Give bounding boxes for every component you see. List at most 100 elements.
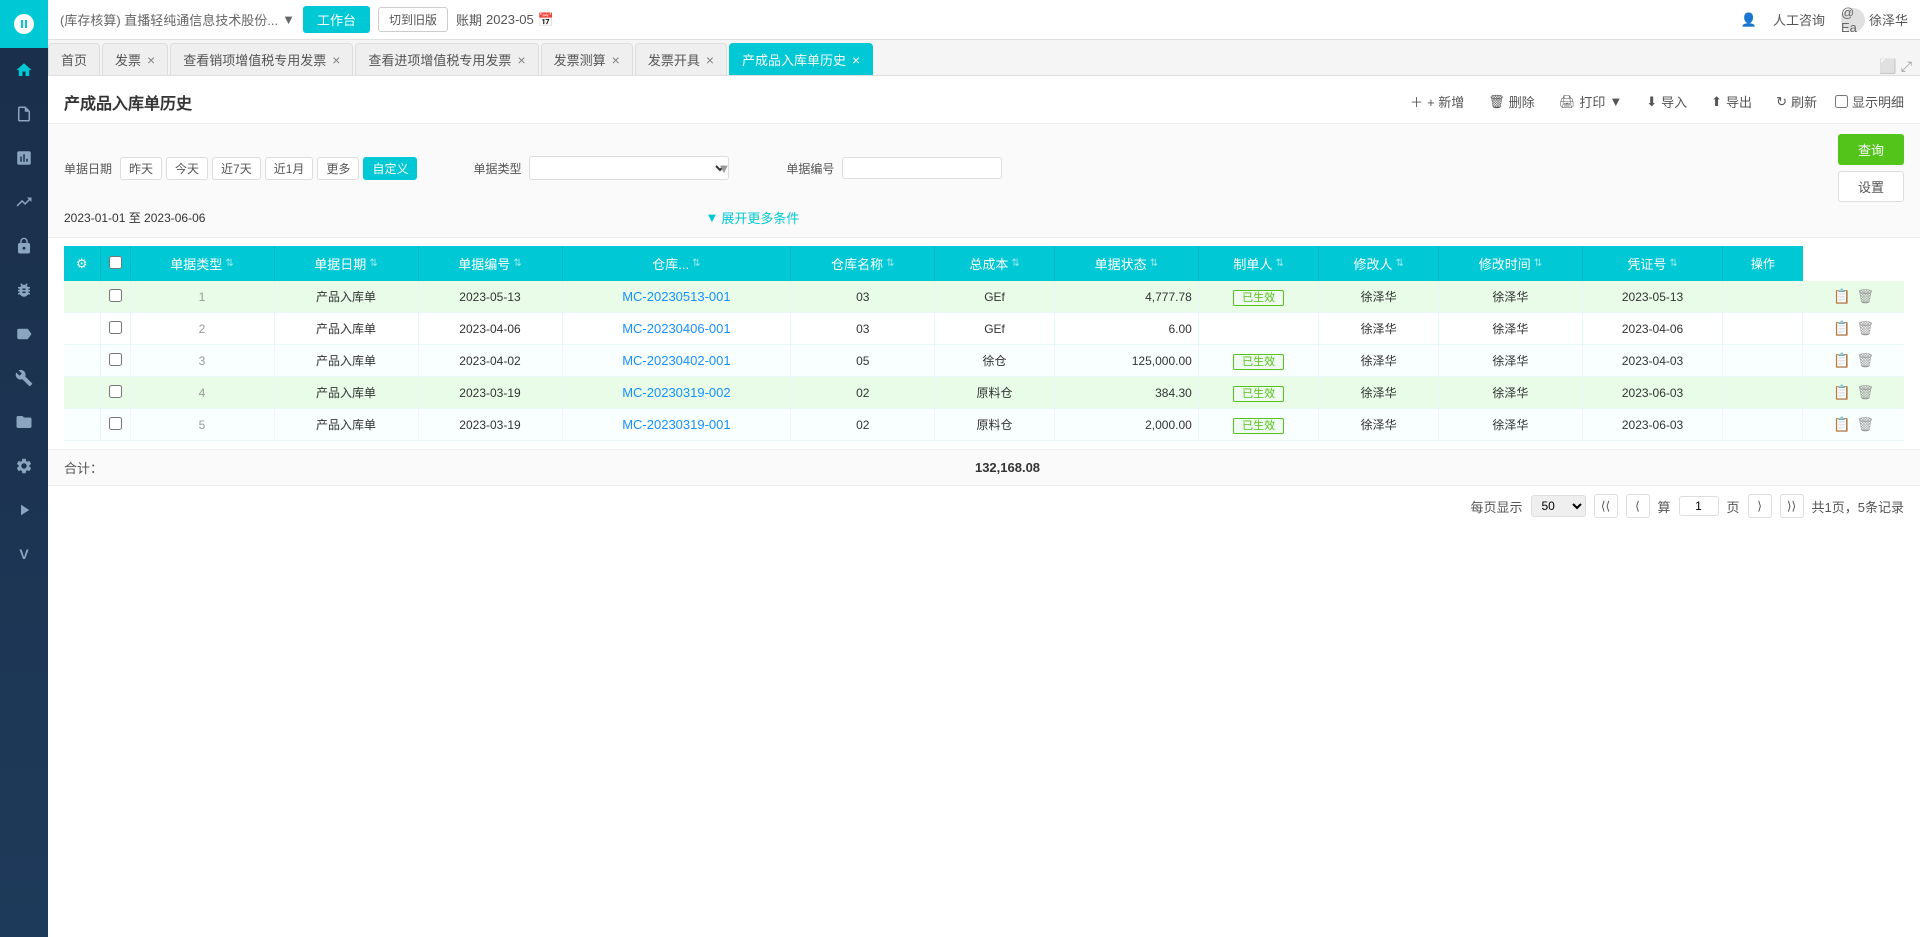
edit-icon-3[interactable]: 📋 xyxy=(1833,384,1850,401)
th-settings[interactable]: ⚙ xyxy=(64,246,100,281)
cell-number-4[interactable]: MC-20230319-001 xyxy=(562,409,791,441)
edit-icon-0[interactable]: 📋 xyxy=(1833,288,1850,305)
row-checkbox-2[interactable] xyxy=(109,353,122,366)
query-button[interactable]: 查询 xyxy=(1838,134,1904,165)
sidebar-item-tag[interactable] xyxy=(0,312,48,356)
tab-check-sales[interactable]: 查看销项增值税专用发票 × xyxy=(170,43,353,75)
sidebar-item-analytics[interactable] xyxy=(0,180,48,224)
th-total-cost[interactable]: 总成本⇅ xyxy=(935,246,1055,281)
user-info[interactable]: @ Ea 徐泽华 xyxy=(1841,8,1908,32)
page-number-input[interactable] xyxy=(1679,496,1719,516)
row-checkbox-4[interactable] xyxy=(109,417,122,430)
cell-checkbox-2[interactable] xyxy=(100,345,130,377)
app-logo[interactable] xyxy=(0,0,48,48)
sidebar-item-settings[interactable] xyxy=(0,444,48,488)
tab-invoice-calc[interactable]: 发票测算 × xyxy=(541,43,633,75)
tab-invoice-calc-close[interactable]: × xyxy=(612,53,620,67)
cell-checkbox-4[interactable] xyxy=(100,409,130,441)
select-all-checkbox[interactable] xyxy=(109,256,122,269)
sidebar-item-tools[interactable] xyxy=(0,356,48,400)
number-link-2[interactable]: MC-20230402-001 xyxy=(622,353,730,368)
delete-icon-1[interactable]: 🗑 xyxy=(1856,320,1874,337)
edit-icon-1[interactable]: 📋 xyxy=(1833,320,1850,337)
delete-icon-3[interactable]: 🗑 xyxy=(1856,384,1874,401)
tab-invoice-open-close[interactable]: × xyxy=(706,53,714,67)
date-btn-today[interactable]: 今天 xyxy=(166,157,208,180)
display-toggle[interactable]: 显示明细 xyxy=(1835,92,1904,111)
export-button[interactable]: ⬆ 导出 xyxy=(1705,88,1758,115)
number-link-4[interactable]: MC-20230319-001 xyxy=(622,417,730,432)
date-btn-more[interactable]: 更多 xyxy=(317,157,359,180)
date-btn-custom[interactable]: 自定义 xyxy=(363,157,417,180)
th-voucher[interactable]: 凭证号⇅ xyxy=(1582,246,1722,281)
cell-number-1[interactable]: MC-20230406-001 xyxy=(562,313,791,345)
delete-button[interactable]: 🗑 删除 xyxy=(1482,88,1541,115)
refresh-button[interactable]: ↻ 刷新 xyxy=(1770,88,1823,115)
tab-check-sales-close[interactable]: × xyxy=(332,53,340,67)
row-checkbox-3[interactable] xyxy=(109,385,122,398)
company-selector[interactable]: (库存核算) 直播轻纯通信息技术股份... ▼ xyxy=(60,10,295,29)
tab-check-purchase[interactable]: 查看进项增值税专用发票 × xyxy=(355,43,538,75)
cell-number-0[interactable]: MC-20230513-001 xyxy=(562,281,791,313)
tab-check-purchase-close[interactable]: × xyxy=(517,53,525,67)
new-button[interactable]: ＋ + 新增 xyxy=(1404,88,1470,115)
per-page-select[interactable]: 20 50 100 xyxy=(1531,495,1586,517)
th-warehouse-name[interactable]: 仓库名称⇅ xyxy=(791,246,935,281)
th-status[interactable]: 单据状态⇅ xyxy=(1054,246,1198,281)
th-number[interactable]: 单据编号⇅ xyxy=(418,246,562,281)
date-btn-yesterday[interactable]: 昨天 xyxy=(120,157,162,180)
help-label[interactable]: 人工咨询 xyxy=(1773,10,1825,29)
delete-icon-2[interactable]: 🗑 xyxy=(1856,352,1874,369)
th-type[interactable]: 单据类型⇅ xyxy=(130,246,274,281)
sidebar-item-version[interactable]: V xyxy=(0,532,48,576)
display-toggle-checkbox[interactable] xyxy=(1835,95,1848,108)
th-warehouse-code[interactable]: 仓库...⇅ xyxy=(562,246,791,281)
number-link-0[interactable]: MC-20230513-001 xyxy=(622,289,730,304)
number-input[interactable] xyxy=(842,157,1002,179)
last-page-btn[interactable]: ⟩⟩ xyxy=(1780,494,1804,518)
tab-product-history-close[interactable]: × xyxy=(852,53,860,67)
workbench-button[interactable]: 工作台 xyxy=(303,6,370,33)
number-link-1[interactable]: MC-20230406-001 xyxy=(622,321,730,336)
number-link-3[interactable]: MC-20230319-002 xyxy=(622,385,730,400)
tab-home[interactable]: 首页 xyxy=(48,43,100,75)
sidebar-item-folder[interactable] xyxy=(0,400,48,444)
prev-page-btn[interactable]: ⟨ xyxy=(1626,494,1650,518)
th-checkbox[interactable] xyxy=(100,246,130,281)
cell-checkbox-3[interactable] xyxy=(100,377,130,409)
sidebar-item-home[interactable] xyxy=(0,48,48,92)
cell-number-2[interactable]: MC-20230402-001 xyxy=(562,345,791,377)
tab-invoice-open[interactable]: 发票开具 × xyxy=(635,43,727,75)
delete-icon-4[interactable]: 🗑 xyxy=(1856,416,1874,433)
date-btn-7days[interactable]: 近7天 xyxy=(212,157,261,180)
sidebar-item-chart[interactable] xyxy=(0,136,48,180)
tab-product-history[interactable]: 产成品入库单历史 × xyxy=(729,43,873,75)
th-modify-time[interactable]: 修改时间⇅ xyxy=(1438,246,1582,281)
row-checkbox-1[interactable] xyxy=(109,321,122,334)
print-button[interactable]: 🖨 打印 ▼ xyxy=(1553,88,1628,115)
date-btn-1month[interactable]: 近1月 xyxy=(265,157,314,180)
first-page-btn[interactable]: ⟨⟨ xyxy=(1594,494,1618,518)
cell-checkbox-0[interactable] xyxy=(100,281,130,313)
cell-checkbox-1[interactable] xyxy=(100,313,130,345)
delete-icon-0[interactable]: 🗑 xyxy=(1856,288,1874,305)
sidebar-item-play[interactable] xyxy=(0,488,48,532)
set-button[interactable]: 设置 xyxy=(1838,171,1904,202)
th-creator[interactable]: 制单人⇅ xyxy=(1198,246,1319,281)
cell-number-3[interactable]: MC-20230319-002 xyxy=(562,377,791,409)
calendar-icon[interactable]: 📅 xyxy=(538,12,554,28)
tab-minimize-icon[interactable]: ⬜ xyxy=(1879,58,1896,75)
next-page-btn[interactable]: ⟩ xyxy=(1748,494,1772,518)
th-date[interactable]: 单据日期⇅ xyxy=(274,246,418,281)
import-button[interactable]: ⬇ 导入 xyxy=(1640,88,1693,115)
expand-btn[interactable]: ▼ 展开更多条件 xyxy=(705,208,799,227)
switch-version-button[interactable]: 切到旧版 xyxy=(378,7,448,32)
row-checkbox-0[interactable] xyxy=(109,289,122,302)
tab-expand-icon[interactable]: ⤢ xyxy=(1901,58,1912,75)
tab-invoice-close[interactable]: × xyxy=(147,53,155,67)
edit-icon-4[interactable]: 📋 xyxy=(1833,416,1850,433)
tab-invoice[interactable]: 发票 × xyxy=(102,43,168,75)
edit-icon-2[interactable]: 📋 xyxy=(1833,352,1850,369)
type-select[interactable] xyxy=(529,156,729,180)
sidebar-item-lock[interactable] xyxy=(0,224,48,268)
